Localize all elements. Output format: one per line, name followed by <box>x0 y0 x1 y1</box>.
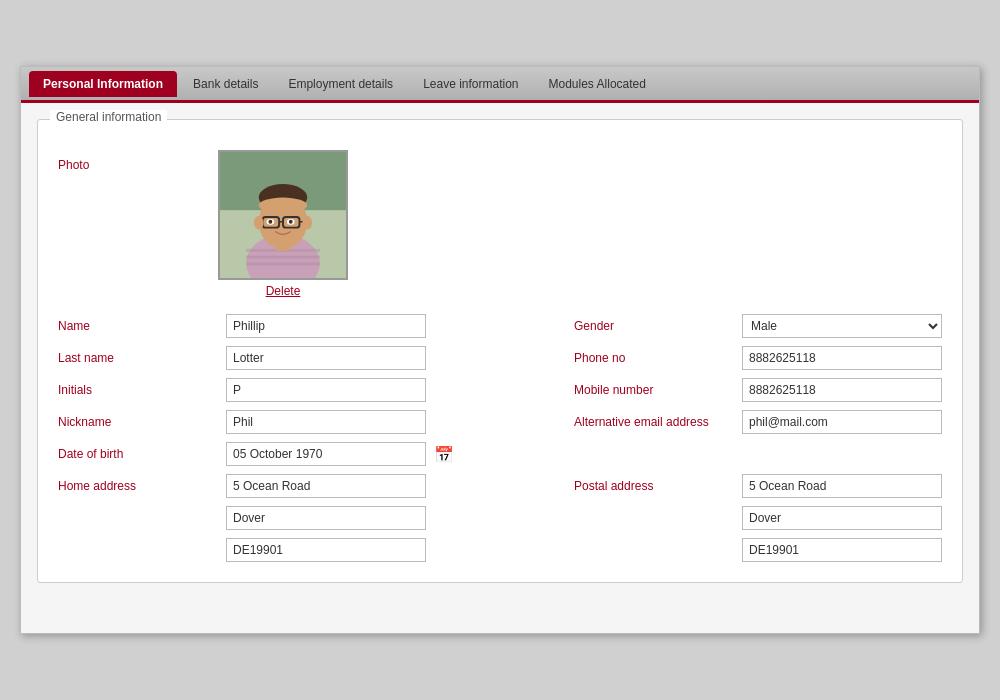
postal-address-line1-input[interactable] <box>742 474 942 498</box>
postal-address-line3-input[interactable] <box>742 538 942 562</box>
tab-bank-details[interactable]: Bank details <box>179 71 272 97</box>
dob-input[interactable] <box>226 442 426 466</box>
postal-address-line2-input[interactable] <box>742 506 942 530</box>
alt-email-label: Alternative email address <box>574 415 734 429</box>
svg-point-18 <box>289 220 293 224</box>
general-information-section: General information Photo <box>37 119 963 583</box>
svg-point-17 <box>268 220 272 224</box>
name-input[interactable] <box>226 314 426 338</box>
photo-row: Photo <box>58 140 942 298</box>
initials-label: Initials <box>58 383 218 397</box>
photo-block: Delete <box>218 150 348 298</box>
home-address-line1-input[interactable] <box>226 474 426 498</box>
tab-personal-information[interactable]: Personal Information <box>29 71 177 97</box>
tab-leave-information[interactable]: Leave information <box>409 71 532 97</box>
svg-point-20 <box>302 216 312 230</box>
tab-employment-details[interactable]: Employment details <box>274 71 407 97</box>
person-photo <box>220 150 346 280</box>
tab-bar: Personal Information Bank details Employ… <box>21 67 979 103</box>
phone-label: Phone no <box>574 351 734 365</box>
main-container: Personal Information Bank details Employ… <box>20 66 980 634</box>
svg-rect-5 <box>246 262 320 265</box>
delete-photo-link[interactable]: Delete <box>266 284 301 298</box>
home-address-label: Home address <box>58 479 218 493</box>
tab-modules-allocated[interactable]: Modules Allocated <box>535 71 660 97</box>
postal-address-label: Postal address <box>574 479 734 493</box>
alt-email-input[interactable] <box>742 410 942 434</box>
dob-label: Date of birth <box>58 447 218 461</box>
photo-frame <box>218 150 348 280</box>
mobile-label: Mobile number <box>574 383 734 397</box>
section-title: General information <box>50 110 167 124</box>
phone-input[interactable] <box>742 346 942 370</box>
calendar-icon[interactable]: 📅 <box>434 445 474 464</box>
lastname-label: Last name <box>58 351 218 365</box>
nickname-input[interactable] <box>226 410 426 434</box>
svg-rect-4 <box>246 256 320 259</box>
photo-label: Photo <box>58 150 218 172</box>
mobile-input[interactable] <box>742 378 942 402</box>
form-fields-grid: Name Gender Male Female Other Last name … <box>58 314 942 562</box>
nickname-label: Nickname <box>58 415 218 429</box>
gender-select[interactable]: Male Female Other <box>742 314 942 338</box>
home-address-line3-input[interactable] <box>226 538 426 562</box>
content-area: General information Photo <box>21 103 979 633</box>
svg-point-19 <box>254 216 264 230</box>
gender-label: Gender <box>574 319 734 333</box>
lastname-input[interactable] <box>226 346 426 370</box>
home-address-line2-input[interactable] <box>226 506 426 530</box>
initials-input[interactable] <box>226 378 426 402</box>
svg-point-9 <box>259 198 307 214</box>
name-label: Name <box>58 319 218 333</box>
